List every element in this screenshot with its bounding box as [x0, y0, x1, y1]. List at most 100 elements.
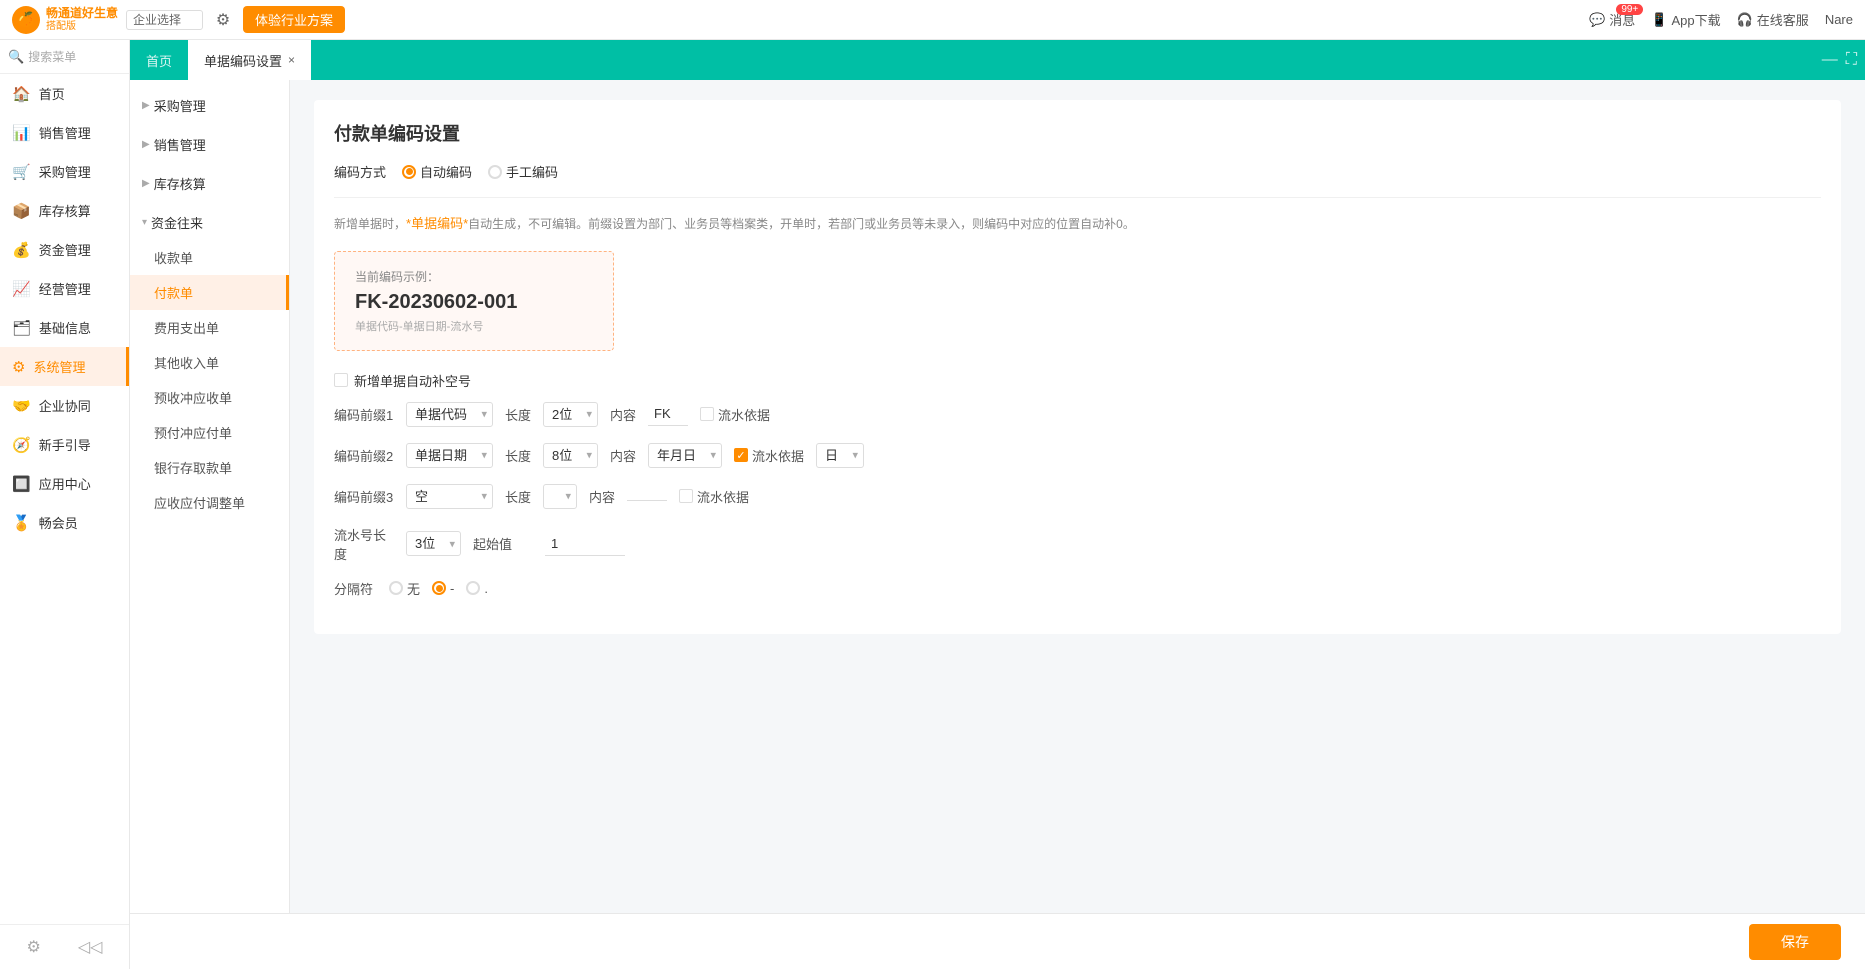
app-download-button[interactable]: 📱 App下载	[1651, 10, 1720, 29]
main-layout: 🔍 搜索菜单 🏠 首页 📊 销售管理 🛒 采购管理 📦 库存核算 💰 资金管理 …	[0, 40, 1865, 969]
sidebar-item-guide[interactable]: 🧭 新手引导	[0, 425, 129, 464]
sidebar-item-system[interactable]: ⚙ 系统管理	[0, 347, 129, 386]
group-label-stock: 库存核算	[154, 174, 206, 193]
prefix1-select[interactable]: 单据代码 单据日期 空	[406, 402, 493, 427]
sidebar-label-apps: 应用中心	[39, 474, 91, 493]
sidebar-item-operation[interactable]: 📈 经营管理	[0, 269, 129, 308]
arrow-stock: ▶	[142, 178, 150, 189]
settings-card: 付款单编码设置 编码方式 自动编码 手工编码	[314, 100, 1841, 634]
prefix1-length-select[interactable]: 2位 4位 8位	[543, 402, 598, 427]
prefix2-length-select[interactable]: 2位 4位 8位	[543, 443, 598, 468]
auto-fill-checkbox[interactable]	[334, 373, 348, 387]
solution-button[interactable]: 体验行业方案	[243, 6, 345, 33]
auto-encode-dot[interactable]	[402, 165, 416, 179]
prefix3-flow-box[interactable]	[679, 489, 693, 503]
secondary-item-payment[interactable]: 付款单	[130, 275, 289, 310]
prefix3-length-label: 长度	[505, 487, 531, 506]
sidebar-item-basic[interactable]: 🗂 基础信息	[0, 308, 129, 347]
prefix2-flow-checkbox: ✓ 流水依据	[734, 446, 804, 465]
prefix2-flow-box[interactable]: ✓	[734, 448, 748, 462]
serial-row: 流水号长度 3位 4位 5位 起始值	[334, 525, 1821, 563]
prefix2-content-select[interactable]: 年月日 年月 年	[648, 443, 722, 468]
secondary-item-receipt[interactable]: 收款单	[130, 240, 289, 275]
sep-none-dot[interactable]	[389, 581, 403, 595]
prefix2-select-wrapper: 单据代码 单据日期 空	[406, 443, 493, 468]
settings-bottom-icon[interactable]: ⚙	[23, 933, 45, 961]
group-label-sales: 销售管理	[154, 135, 206, 154]
sep-none-radio[interactable]: 无	[389, 579, 420, 598]
encoding-method-row: 编码方式 自动编码 手工编码	[334, 162, 1821, 198]
arrow-funds: ▾	[142, 217, 147, 228]
prefix1-content-value: FK	[648, 402, 688, 426]
main-sidebar: 🔍 搜索菜单 🏠 首页 📊 销售管理 🛒 采购管理 📦 库存核算 💰 资金管理 …	[0, 40, 130, 969]
manual-encode-dot[interactable]	[488, 165, 502, 179]
separator-row: 分隔符 无 - .	[334, 579, 1821, 598]
prefix3-content-label: 内容	[589, 487, 615, 506]
sidebar-item-member[interactable]: 🏅 畅会员	[0, 503, 129, 542]
logo-area: 🍊 畅通道好生意 搭配版	[12, 6, 118, 34]
group-purchase: ▶ 采购管理	[130, 88, 289, 123]
group-label-funds: 资金往来	[151, 213, 203, 232]
main-panel: 付款单编码设置 编码方式 自动编码 手工编码	[290, 80, 1865, 913]
sidebar-search[interactable]: 🔍 搜索菜单	[0, 40, 129, 74]
group-header-sales[interactable]: ▶ 销售管理	[130, 127, 289, 162]
tab-home[interactable]: 首页	[130, 40, 188, 80]
tip-text: 新增单据时，*单据编码*自动生成，不可编辑。前缀设置为部门、业务员等档案类，开单…	[334, 214, 1821, 235]
separator-label: 分隔符	[334, 579, 373, 598]
sep-dash-radio[interactable]: -	[432, 581, 454, 596]
sidebar-label-operation: 经营管理	[39, 279, 91, 298]
auto-encode-radio[interactable]: 自动编码	[402, 162, 472, 181]
prefix2-flow-unit-select[interactable]: 日 月 年	[816, 443, 864, 468]
logo-title: 畅通道好生意	[46, 6, 118, 20]
prefix3-label: 编码前缀3	[334, 487, 394, 506]
prefix2-flow-unit-wrapper: 日 月 年	[816, 443, 864, 468]
prefix3-flow-label: 流水依据	[697, 487, 749, 506]
secondary-item-bank[interactable]: 银行存取款单	[130, 450, 289, 485]
group-funds: ▾ 资金往来 收款单 付款单 费用支出单 其他收入单 预收冲应收单 预付冲应付单…	[130, 205, 289, 520]
collapse-icon[interactable]: ◁‌◁	[74, 933, 107, 961]
secondary-item-prepay-recv[interactable]: 预收冲应收单	[130, 380, 289, 415]
sep-dot-dot[interactable]	[466, 581, 480, 595]
secondary-item-expense[interactable]: 费用支出单	[130, 310, 289, 345]
group-header-stock[interactable]: ▶ 库存核算	[130, 166, 289, 201]
sidebar-item-apps[interactable]: 🔲 应用中心	[0, 464, 129, 503]
serial-select[interactable]: 3位 4位 5位	[406, 531, 461, 556]
save-button[interactable]: 保存	[1749, 924, 1841, 960]
sidebar-item-purchase[interactable]: 🛒 采购管理	[0, 152, 129, 191]
sidebar-item-home[interactable]: 🏠 首页	[0, 74, 129, 113]
maximize-icon[interactable]: ⛶	[1846, 51, 1857, 69]
prefix1-flow-box[interactable]	[700, 407, 714, 421]
sep-dash-dot[interactable]	[432, 581, 446, 595]
secondary-item-other-income[interactable]: 其他收入单	[130, 345, 289, 380]
secondary-item-prepay-pay[interactable]: 预付冲应付单	[130, 415, 289, 450]
messages-button[interactable]: 💬 消息 99+	[1589, 10, 1635, 29]
manual-encode-radio[interactable]: 手工编码	[488, 162, 558, 181]
tab-encoding-settings[interactable]: 单据编码设置 ×	[188, 40, 311, 80]
sales-icon: 📊	[12, 124, 31, 142]
sep-dot-radio[interactable]: .	[466, 581, 488, 596]
tab-close-icon[interactable]: ×	[288, 53, 295, 67]
minimize-icon[interactable]: —	[1822, 51, 1838, 69]
start-value-input[interactable]	[545, 532, 625, 556]
prefix1-length-wrapper: 2位 4位 8位	[543, 402, 598, 427]
prefix3-select[interactable]: 单据代码 单据日期 空	[406, 484, 493, 509]
online-service-button[interactable]: 🎧 在线客服	[1737, 10, 1809, 29]
prefix3-length-select[interactable]	[543, 484, 577, 509]
prefix2-select[interactable]: 单据代码 单据日期 空	[406, 443, 493, 468]
encoding-method-label: 编码方式	[334, 162, 386, 181]
prefix1-flow-label: 流水依据	[718, 405, 770, 424]
sidebar-label-inventory: 库存核算	[39, 201, 91, 220]
company-select[interactable]: 企业选择	[126, 10, 203, 30]
sidebar-item-enterprise[interactable]: 🤝 企业协同	[0, 386, 129, 425]
secondary-item-adjust[interactable]: 应收应付调整单	[130, 485, 289, 520]
sidebar-label-purchase: 采购管理	[39, 162, 91, 181]
settings-icon[interactable]: ⚙	[211, 8, 235, 32]
group-label-purchase: 采购管理	[154, 96, 206, 115]
group-header-purchase[interactable]: ▶ 采购管理	[130, 88, 289, 123]
user-menu[interactable]: Nare	[1825, 12, 1853, 27]
sidebar-item-finance[interactable]: 💰 资金管理	[0, 230, 129, 269]
sidebar-item-inventory[interactable]: 📦 库存核算	[0, 191, 129, 230]
group-header-funds[interactable]: ▾ 资金往来	[130, 205, 289, 240]
sidebar-item-sales[interactable]: 📊 销售管理	[0, 113, 129, 152]
logo-text: 畅通道好生意 搭配版	[46, 6, 118, 32]
